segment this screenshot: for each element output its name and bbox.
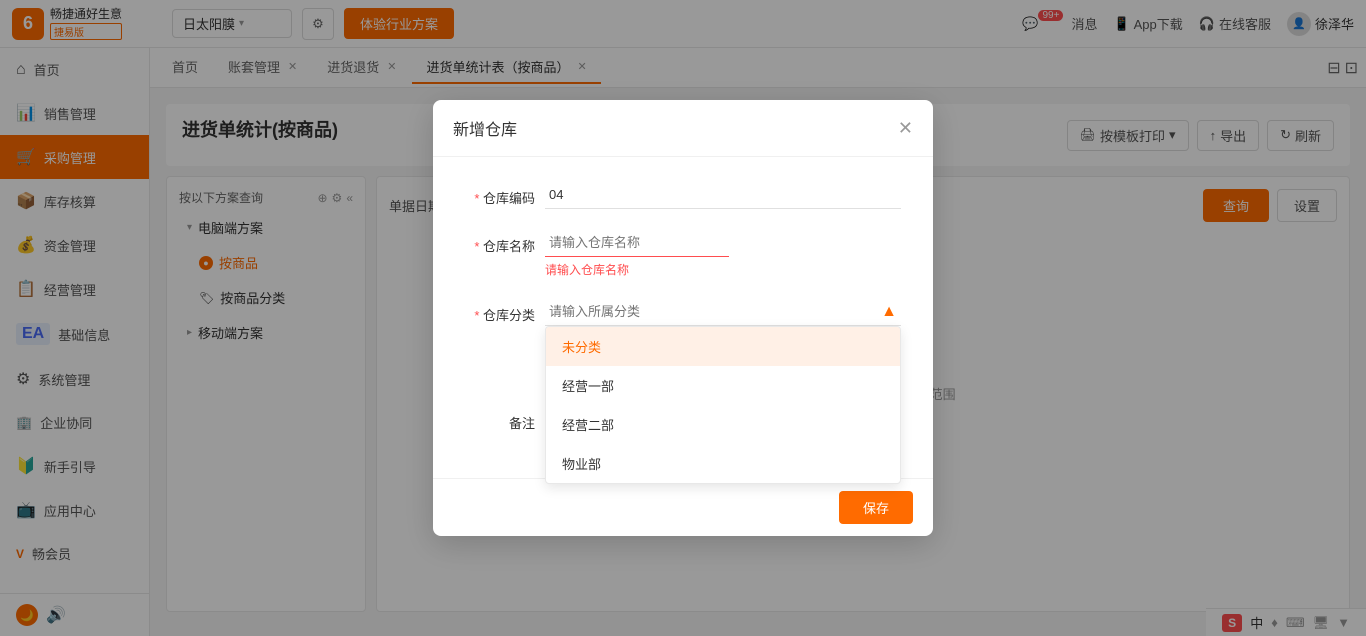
dropdown-item-ops2[interactable]: 经营二部 — [546, 405, 900, 444]
modal-body: 仓库编码 仓库名称 请输入仓库名称 仓库分类 ▲ — [433, 157, 933, 478]
code-input[interactable] — [545, 181, 901, 209]
save-button[interactable]: 保存 — [839, 491, 913, 524]
dropdown-item-uncategorized[interactable]: 未分类 — [546, 327, 900, 366]
category-label: 仓库分类 — [465, 298, 545, 324]
category-input[interactable] — [545, 298, 877, 325]
modal-header: 新增仓库 ✕ — [433, 100, 933, 157]
name-label: 仓库名称 — [465, 229, 545, 255]
name-error-msg: 请输入仓库名称 — [545, 261, 729, 278]
modal-close-button[interactable]: ✕ — [898, 118, 913, 139]
new-warehouse-modal: 新增仓库 ✕ 仓库编码 仓库名称 请输入仓库名称 仓库分类 — [433, 100, 933, 536]
modal-footer: 保存 — [433, 478, 933, 536]
dropdown-item-ops1[interactable]: 经营一部 — [546, 366, 900, 405]
name-form-row: 仓库名称 请输入仓库名称 — [465, 229, 901, 278]
dropdown-item-property[interactable]: 物业部 — [546, 444, 900, 483]
remark-label: 备注 — [465, 406, 545, 432]
category-dropdown: 未分类 经营一部 经营二部 物业部 — [545, 326, 901, 484]
category-toggle-button[interactable]: ▲ — [877, 299, 901, 325]
category-form-row: 仓库分类 ▲ 未分类 经营一部 经营二部 物业部 — [465, 298, 901, 326]
name-input[interactable] — [545, 229, 729, 257]
modal-title: 新增仓库 — [453, 116, 517, 140]
code-form-row: 仓库编码 — [465, 181, 901, 209]
code-label: 仓库编码 — [465, 181, 545, 207]
category-wrap: ▲ 未分类 经营一部 经营二部 物业部 — [545, 298, 901, 326]
